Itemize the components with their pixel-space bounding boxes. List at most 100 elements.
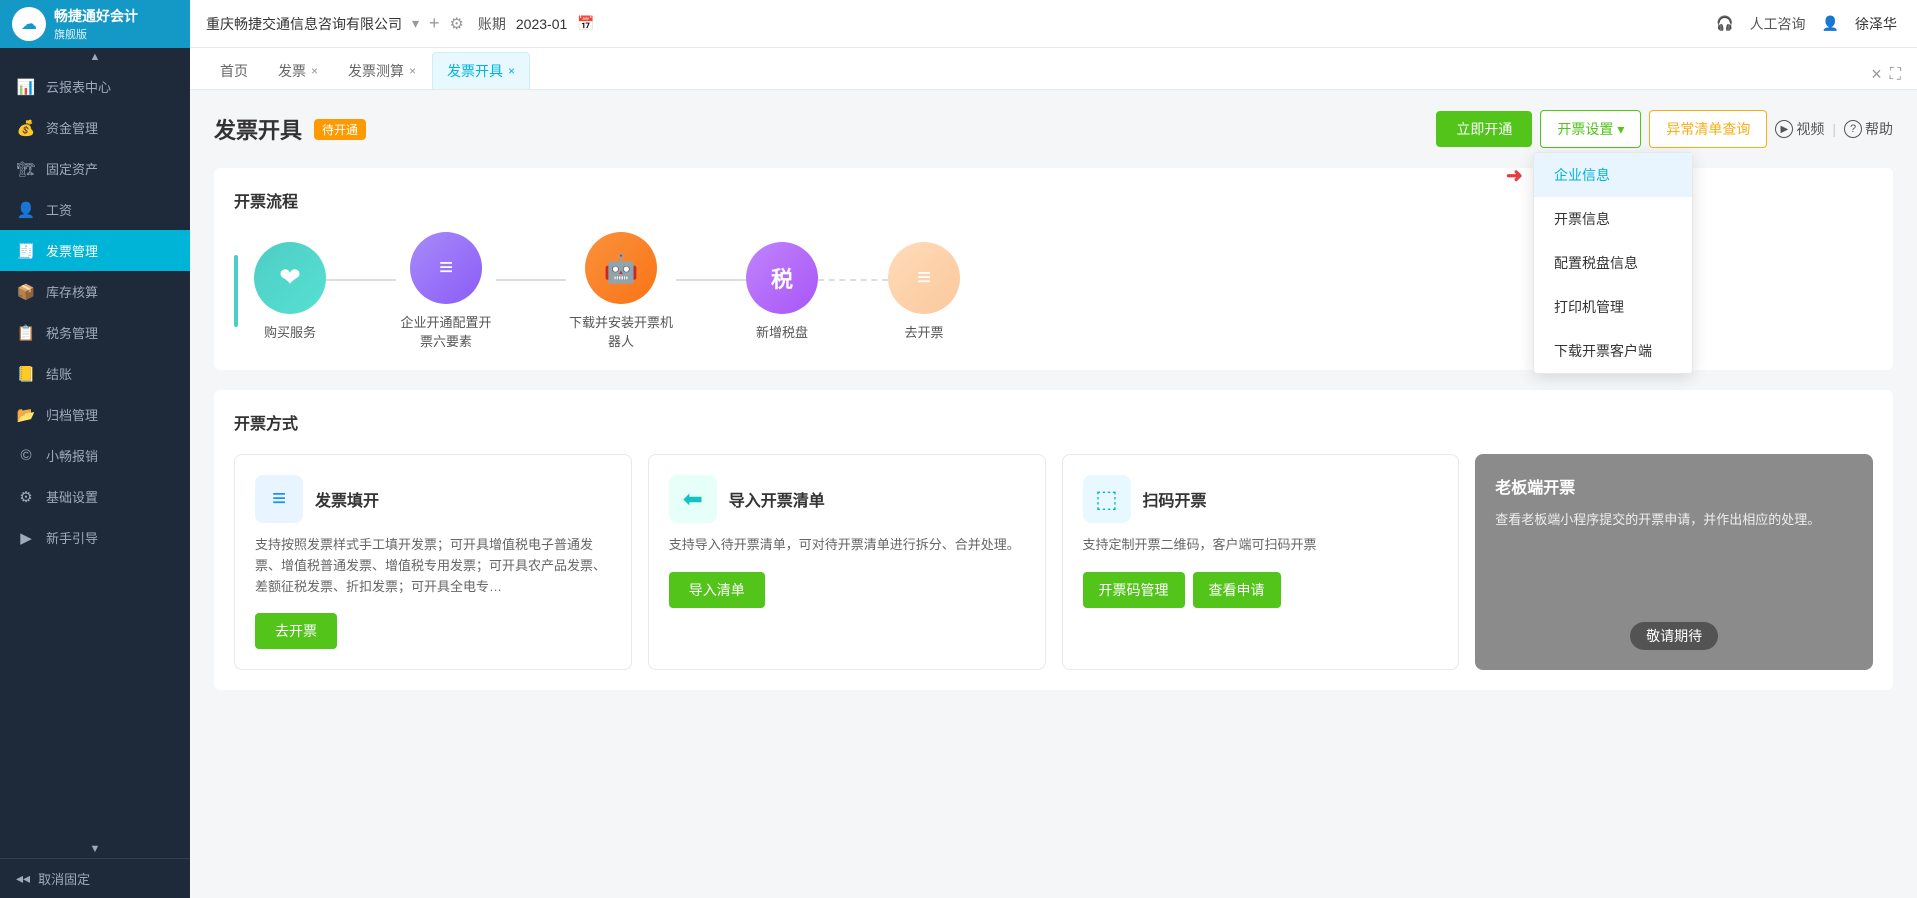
method-scan-btn1[interactable]: 开票码管理: [1083, 572, 1185, 608]
sidebar-label-guding: 固定资产: [46, 159, 98, 178]
sidebar-item-yunbao[interactable]: 📊 云报表中心: [0, 66, 190, 107]
page-title: 发票开具: [214, 113, 302, 145]
sidebar-label-jichu: 基础设置: [46, 487, 98, 506]
sidebar-cancel-fixed[interactable]: ◂◂ 取消固定: [0, 858, 190, 898]
tab-home-label: 首页: [220, 61, 248, 81]
app-logo-text: 畅捷通好会计: [54, 6, 138, 26]
sidebar-item-kucun[interactable]: 📦 库存核算: [0, 271, 190, 312]
kucun-icon: 📦: [16, 283, 36, 301]
sidebar-item-jichu[interactable]: ⚙ 基础设置: [0, 476, 190, 517]
company-name: 重庆畅捷交通信息咨询有限公司: [206, 14, 402, 34]
sidebar-label-xinshou: 新手引导: [46, 528, 98, 547]
sidebar-label-xiaochang: 小畅报销: [46, 446, 98, 465]
dropdown-item-invoice-info[interactable]: 开票信息: [1534, 197, 1692, 241]
tab-fapiao-calc-label: 发票测算: [348, 61, 404, 81]
calendar-icon[interactable]: 📅: [577, 15, 594, 32]
dropdown-item-download-client[interactable]: 下载开票客户端: [1534, 329, 1692, 373]
add-company-btn[interactable]: +: [429, 13, 440, 34]
tab-fapiao[interactable]: 发票 ×: [264, 53, 332, 89]
status-badge: 待开通: [314, 119, 366, 140]
sidebar-item-fapiao[interactable]: 🧾 发票管理: [0, 230, 190, 271]
separator: |: [1832, 121, 1836, 137]
flow-left-bar: [234, 255, 238, 327]
dropdown-item-tax-disk[interactable]: 配置税盘信息: [1534, 241, 1692, 285]
video-play-icon: ▶: [1775, 120, 1793, 138]
sidebar-item-jiezhang[interactable]: 📒 结账: [0, 353, 190, 394]
gongzi-icon: 👤: [16, 201, 36, 219]
settings-icon[interactable]: ⚙: [450, 14, 464, 34]
company-dropdown-icon[interactable]: ▾: [412, 15, 419, 32]
method-fill-desc: 支持按照发票样式手工填开发票；可开具增值税电子普通发票、增值税普通发票、增值税专…: [255, 535, 611, 597]
sidebar-item-guding[interactable]: 🏗 固定资产: [0, 148, 190, 189]
settings-dropdown-menu: ➜ 企业信息 开票信息 配置税盘信息 打印机管理 下载开票客户端: [1533, 152, 1693, 374]
sidebar-scroll-up[interactable]: ▲: [0, 48, 190, 66]
app-logo-sub: 旗舰版: [54, 26, 138, 42]
method-boss-title-text: 老板端开票: [1495, 474, 1575, 498]
flow-label-5: 去开票: [904, 322, 943, 341]
btn-settings[interactable]: 开票设置 ▾: [1540, 110, 1641, 148]
btn-video[interactable]: ▶ 视频: [1775, 119, 1824, 139]
tab-fapiao-calc-close[interactable]: ×: [409, 64, 416, 78]
flow-label-2: 企业开通配置开票六要素: [396, 312, 496, 350]
sidebar-item-zijin[interactable]: 💰 资金管理: [0, 107, 190, 148]
method-fill-title: 发票填开: [315, 487, 379, 511]
method-fill-icon: ≡: [255, 475, 303, 523]
flow-icon-1: ❤: [254, 242, 326, 314]
method-scan-btn2[interactable]: 查看申请: [1193, 572, 1281, 608]
tab-fapiao-open-label: 发票开具: [447, 61, 503, 81]
method-import-btn[interactable]: 导入清单: [669, 572, 765, 608]
flow-step-5: ≡ 去开票: [888, 242, 960, 341]
xinshou-icon: ▶: [16, 529, 36, 547]
methods-section-title: 开票方式: [234, 410, 1873, 434]
period-value: 2023-01: [516, 16, 567, 32]
sidebar-item-gongzi[interactable]: 👤 工资: [0, 189, 190, 230]
tab-expand-window[interactable]: ⛶: [1890, 66, 1901, 84]
btn-abnormal[interactable]: 异常清单查询: [1649, 110, 1767, 148]
flow-connector-4: [818, 279, 888, 281]
sidebar-item-xinshou[interactable]: ▶ 新手引导: [0, 517, 190, 558]
tab-fapiao-close[interactable]: ×: [311, 64, 318, 78]
user-name[interactable]: 徐泽华: [1855, 14, 1897, 34]
tab-fapiao-open-close[interactable]: ×: [508, 64, 515, 78]
flow-step-2: ≡ 企业开通配置开票六要素: [396, 232, 496, 350]
flow-label-3: 下载并安装开票机器人: [566, 312, 676, 350]
support-label[interactable]: 人工咨询: [1750, 14, 1806, 34]
tab-fapiao-open[interactable]: 发票开具 ×: [432, 52, 530, 89]
method-card-boss: 老板端开票 查看老板端小程序提交的开票申请，并作出相应的处理。 敬请期待: [1475, 454, 1873, 670]
yunbao-icon: 📊: [16, 78, 36, 96]
flow-step-3: 🤖 下载并安装开票机器人: [566, 232, 676, 350]
flow-icon-2: ≡: [410, 232, 482, 304]
sidebar-label-gongzi: 工资: [46, 200, 72, 219]
tab-home[interactable]: 首页: [206, 53, 262, 89]
btn-help[interactable]: ? 帮助: [1844, 119, 1893, 139]
sidebar-item-guidang[interactable]: 📂 归档管理: [0, 394, 190, 435]
tab-fapiao-calc[interactable]: 发票测算 ×: [334, 53, 430, 89]
sidebar-label-kucun: 库存核算: [46, 282, 98, 301]
shuiwu-icon: 📋: [16, 324, 36, 342]
sidebar-label-guidang: 归档管理: [46, 405, 98, 424]
method-scan-desc: 支持定制开票二维码，客户端可扫码开票: [1083, 535, 1439, 556]
sidebar-item-xiaochang[interactable]: © 小畅报销: [0, 435, 190, 476]
btn-open[interactable]: 立即开通: [1436, 111, 1532, 147]
flow-label-1: 购买服务: [264, 322, 316, 341]
guding-icon: 🏗: [16, 160, 36, 178]
cancel-fixed-label: 取消固定: [38, 869, 90, 888]
tab-close-window[interactable]: ×: [1871, 64, 1882, 85]
flow-connector-2: [496, 279, 566, 281]
sidebar-scroll-down[interactable]: ▼: [0, 840, 190, 858]
flow-icon-3: 🤖: [585, 232, 657, 304]
app-logo-icon: ☁: [12, 7, 46, 41]
method-import-icon: ⬅: [669, 475, 717, 523]
sidebar-item-shuiwu[interactable]: 📋 税务管理: [0, 312, 190, 353]
method-card-import: ⬅ 导入开票清单 支持导入待开票清单，可对待开票清单进行拆分、合并处理。 导入清…: [648, 454, 1046, 670]
settings-dropdown-arrow: ▾: [1617, 121, 1624, 138]
user-avatar-icon: 👤: [1822, 15, 1839, 32]
help-icon: ?: [1844, 120, 1862, 138]
sidebar-label-shuiwu: 税务管理: [46, 323, 98, 342]
dropdown-item-printer[interactable]: 打印机管理: [1534, 285, 1692, 329]
method-fill-btn[interactable]: 去开票: [255, 613, 337, 649]
cancel-fixed-icon: ◂◂: [16, 870, 30, 887]
method-scan-title: 扫码开票: [1143, 487, 1207, 511]
method-boss-desc: 查看老板端小程序提交的开票申请，并作出相应的处理。: [1495, 510, 1853, 531]
dropdown-item-company-info[interactable]: 企业信息: [1534, 153, 1692, 197]
